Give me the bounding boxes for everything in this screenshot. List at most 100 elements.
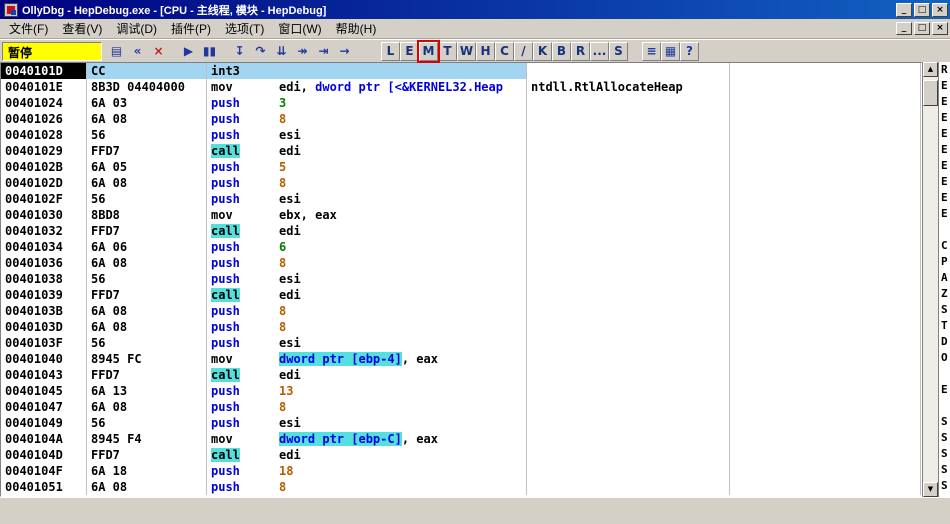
disasm-row[interactable]: 00401036 6A 08 push 8: [1, 255, 921, 271]
menu-item[interactable]: 文件(F): [2, 18, 55, 39]
mnemonic: push: [211, 191, 279, 207]
disasm-row[interactable]: 0040103B 6A 08 push 8: [1, 303, 921, 319]
animate-into-button[interactable]: ⇊: [271, 42, 292, 61]
address-cell: 0040104D: [1, 447, 87, 463]
handles-window-button[interactable]: H: [476, 41, 495, 61]
close-program-button[interactable]: ×: [148, 42, 169, 61]
windows-list-button[interactable]: ≡: [642, 41, 661, 61]
restart-button[interactable]: «: [127, 42, 148, 61]
disasm-row[interactable]: 00401026 6A 08 push 8: [1, 111, 921, 127]
address-cell: 00401029: [1, 143, 87, 159]
comment-cell: [527, 111, 730, 127]
disasm-row[interactable]: 0040103D 6A 08 push 8: [1, 319, 921, 335]
disasm-row[interactable]: 0040101E 8B3D 04404000 mov edi, dword ptr […: [1, 79, 921, 95]
disassembly-cell: push 13: [207, 383, 527, 399]
disasm-row[interactable]: 0040102F 56 push esi: [1, 191, 921, 207]
disassembly-pane[interactable]: 0040101D CC int3 0040101E 8B3D 04404000 mov ed…: [0, 62, 922, 497]
animate-over-button[interactable]: ↠: [292, 42, 313, 61]
disasm-row[interactable]: 0040104A 8945 F4 mov dword ptr [ebp-C], eax: [1, 431, 921, 447]
hexdump-cell: 6A 05: [87, 159, 207, 175]
threads-window-button[interactable]: T: [438, 41, 457, 61]
disasm-row[interactable]: 00401043 FFD7 call edi: [1, 367, 921, 383]
disasm-row[interactable]: 00401051 6A 08 push 8: [1, 479, 921, 495]
step-over-button[interactable]: ↷: [250, 42, 271, 61]
disasm-row[interactable]: 0040104F 6A 18 push 18: [1, 463, 921, 479]
menu-item[interactable]: 查看(V): [55, 18, 109, 39]
disasm-row[interactable]: 00401024 6A 03 push 3: [1, 95, 921, 111]
register-edge-char: E: [941, 79, 948, 92]
scrollbar-thumb[interactable]: [923, 80, 938, 106]
memory-window-button[interactable]: M: [417, 39, 440, 63]
disasm-row[interactable]: 0040103F 56 push esi: [1, 335, 921, 351]
breakpoints-window-button[interactable]: B: [552, 41, 571, 61]
cpu-window-button[interactable]: C: [495, 41, 514, 61]
mdi-close-button[interactable]: ×: [932, 22, 948, 35]
disasm-row[interactable]: 00401049 56 push esi: [1, 415, 921, 431]
appearance-button[interactable]: ▦: [661, 41, 680, 61]
close-button[interactable]: ×: [932, 2, 948, 17]
disasm-row[interactable]: 0040102D 6A 08 push 8: [1, 175, 921, 191]
disasm-row[interactable]: 0040104D FFD7 call edi: [1, 447, 921, 463]
disasm-row[interactable]: 00401047 6A 08 push 8: [1, 399, 921, 415]
disasm-row[interactable]: 00401028 56 push esi: [1, 127, 921, 143]
exec-till-return-button[interactable]: ⇥: [313, 42, 334, 61]
disassembly-cell: push esi: [207, 271, 527, 287]
help-button[interactable]: ?: [680, 41, 699, 61]
open-file-button[interactable]: ▤: [106, 42, 127, 61]
hexdump-cell: FFD7: [87, 367, 207, 383]
register-edge-char: E: [941, 127, 948, 140]
run-trace-window-button[interactable]: ...: [590, 41, 609, 61]
empty-cell: [730, 303, 921, 319]
address-cell: 0040103B: [1, 303, 87, 319]
disasm-row[interactable]: 00401029 FFD7 call edi: [1, 143, 921, 159]
log-window-button[interactable]: L: [381, 41, 400, 61]
disasm-row[interactable]: 00401032 FFD7 call edi: [1, 223, 921, 239]
pause-button[interactable]: ▮▮: [199, 42, 220, 61]
references-window-button[interactable]: R: [571, 41, 590, 61]
operand: 3: [279, 96, 287, 110]
disassembly-cell: push esi: [207, 415, 527, 431]
menu-item[interactable]: 帮助(H): [329, 18, 384, 39]
disasm-row[interactable]: 00401040 8945 FC mov dword ptr [ebp-4], eax: [1, 351, 921, 367]
disasm-row[interactable]: 00401038 56 push esi: [1, 271, 921, 287]
register-edge-char: S: [941, 415, 948, 428]
bottom-panel: [0, 497, 950, 524]
menu-item[interactable]: 窗口(W): [271, 18, 328, 39]
scroll-up-icon[interactable]: ▲: [923, 62, 938, 77]
comment-cell: [527, 287, 730, 303]
disasm-row[interactable]: 0040101D CC int3: [1, 63, 921, 79]
address-cell: 00401045: [1, 383, 87, 399]
mdi-minimize-button[interactable]: _: [896, 22, 912, 35]
executables-window-button[interactable]: E: [400, 41, 419, 61]
menu-item[interactable]: 调试(D): [109, 18, 164, 39]
scrollbar-track[interactable]: [923, 77, 938, 482]
menu-item[interactable]: 插件(P): [164, 18, 218, 39]
disasm-row[interactable]: 0040102B 6A 05 push 5: [1, 159, 921, 175]
step-into-icon: ↧: [234, 44, 245, 58]
address-cell: 0040103F: [1, 335, 87, 351]
mnemonic-text: push: [211, 464, 240, 478]
minimize-button[interactable]: _: [896, 2, 912, 17]
disasm-row[interactable]: 00401045 6A 13 push 13: [1, 383, 921, 399]
run-button[interactable]: ▶: [178, 42, 199, 61]
go-to-button[interactable]: →: [334, 42, 355, 61]
call-stack-window-button[interactable]: K: [533, 41, 552, 61]
patches-window-button[interactable]: /: [514, 41, 533, 61]
mnemonic: call: [211, 223, 279, 239]
step-into-button[interactable]: ↧: [229, 42, 250, 61]
disasm-row[interactable]: 00401034 6A 06 push 6: [1, 239, 921, 255]
maximize-button[interactable]: □: [914, 2, 930, 17]
hexdump-cell: 6A 08: [87, 319, 207, 335]
scroll-down-icon[interactable]: ▼: [923, 482, 938, 497]
windows-window-button[interactable]: W: [457, 41, 476, 61]
register-edge-char: S: [941, 479, 948, 492]
disassembly-cell: push 8: [207, 255, 527, 271]
source-window-button[interactable]: S: [609, 41, 628, 61]
menu-item[interactable]: 选项(T): [218, 18, 271, 39]
mnemonic-text: push: [211, 192, 240, 206]
comment-cell: [527, 63, 730, 79]
disasm-row[interactable]: 00401039 FFD7 call edi: [1, 287, 921, 303]
mnemonic-text: int3: [211, 64, 240, 78]
mdi-restore-button[interactable]: □: [914, 22, 930, 35]
disasm-row[interactable]: 00401030 8BD8 mov ebx, eax: [1, 207, 921, 223]
